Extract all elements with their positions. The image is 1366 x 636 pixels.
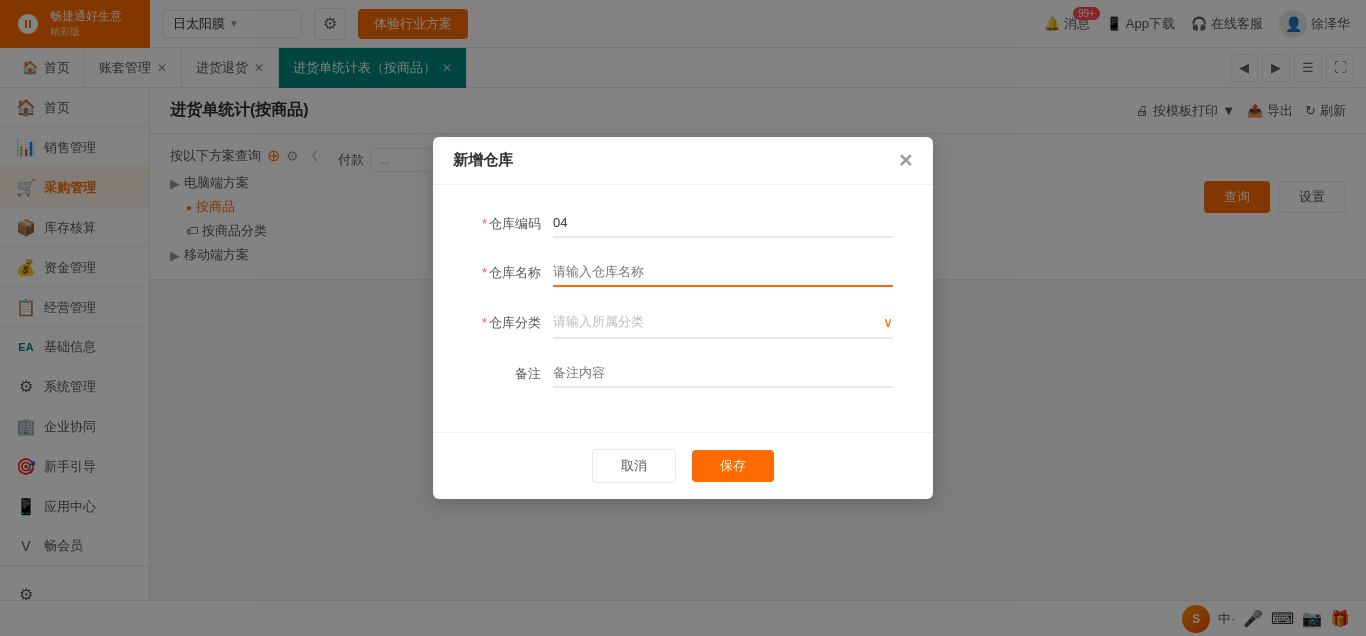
required-star3: * bbox=[482, 315, 487, 330]
category-placeholder: 请输入所属分类 bbox=[553, 313, 644, 331]
form-row-name: *仓库名称 bbox=[473, 258, 893, 287]
code-input[interactable] bbox=[553, 209, 893, 238]
modal-overlay[interactable]: 新增仓库 ✕ *仓库编码 *仓库名称 *仓库分类 bbox=[0, 0, 1366, 636]
category-select[interactable]: 请输入所属分类 ∨ bbox=[553, 307, 893, 339]
name-input[interactable] bbox=[553, 258, 893, 287]
cancel-button[interactable]: 取消 bbox=[592, 449, 676, 483]
form-row-note: 备注 bbox=[473, 359, 893, 388]
form-row-category: *仓库分类 请输入所属分类 ∨ bbox=[473, 307, 893, 339]
required-star2: * bbox=[482, 265, 487, 280]
modal-header: 新增仓库 ✕ bbox=[433, 137, 933, 185]
category-arrow-icon: ∨ bbox=[883, 314, 893, 330]
form-row-code: *仓库编码 bbox=[473, 209, 893, 238]
new-warehouse-modal: 新增仓库 ✕ *仓库编码 *仓库名称 *仓库分类 bbox=[433, 137, 933, 499]
note-label: 备注 bbox=[473, 365, 553, 383]
category-label: *仓库分类 bbox=[473, 314, 553, 332]
code-label: *仓库编码 bbox=[473, 215, 553, 233]
required-star: * bbox=[482, 216, 487, 231]
modal-footer: 取消 保存 bbox=[433, 432, 933, 499]
note-input[interactable] bbox=[553, 359, 893, 388]
modal-title: 新增仓库 bbox=[453, 151, 513, 170]
save-button[interactable]: 保存 bbox=[692, 450, 774, 482]
modal-body: *仓库编码 *仓库名称 *仓库分类 请输入所属分类 ∨ bbox=[433, 185, 933, 432]
modal-close-icon[interactable]: ✕ bbox=[898, 152, 913, 170]
name-label: *仓库名称 bbox=[473, 264, 553, 282]
